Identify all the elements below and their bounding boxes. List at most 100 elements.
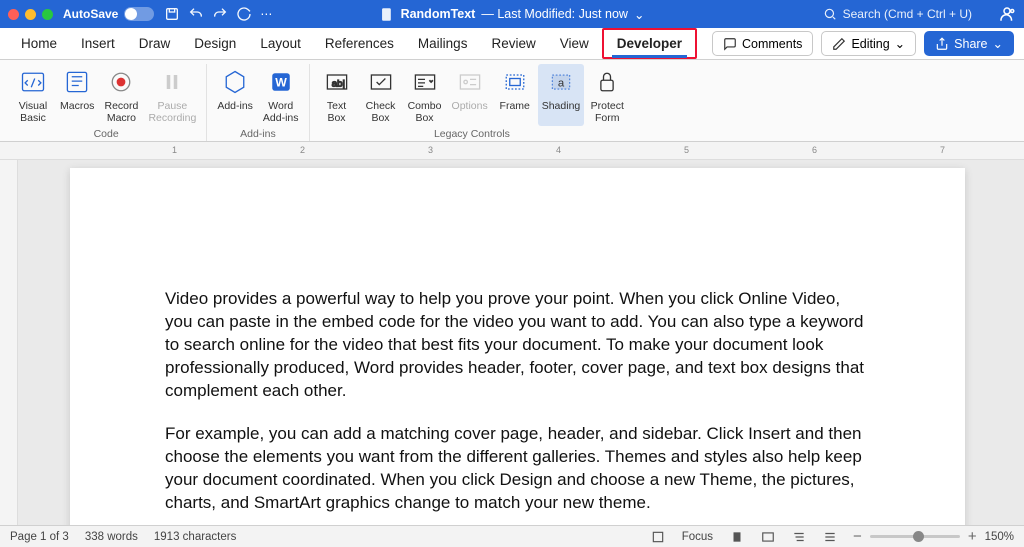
people-icon[interactable] (998, 5, 1016, 23)
editing-label: Editing (851, 37, 889, 51)
redo-icon[interactable] (212, 6, 228, 22)
outline-view[interactable] (791, 529, 806, 544)
editing-button[interactable]: Editing ⌄ (821, 31, 916, 56)
tab-developer[interactable]: Developer (606, 31, 693, 56)
tab-design[interactable]: Design (183, 31, 247, 56)
tab-review[interactable]: Review (480, 31, 546, 56)
share-label: Share (954, 37, 987, 51)
highlight-annotation: Developer (602, 28, 697, 59)
close-window[interactable] (8, 9, 19, 20)
label: Frame (500, 100, 530, 112)
undo-icon[interactable] (188, 6, 204, 22)
group-label: Code (94, 126, 119, 142)
body-paragraph[interactable]: For example, you can add a matching cove… (165, 423, 870, 515)
macros-icon (63, 68, 91, 96)
save-icon[interactable] (164, 6, 180, 22)
svg-text:W: W (275, 75, 287, 89)
word-doc-icon (380, 7, 395, 22)
share-button[interactable]: Share ⌄ (924, 31, 1014, 56)
print-layout-view[interactable] (729, 529, 744, 544)
options-button: Options (448, 64, 492, 126)
focus-icon (651, 530, 665, 544)
group-legacy-controls: ab| Text Box Check Box Combo Box Options… (310, 64, 635, 141)
sync-icon[interactable] (236, 6, 252, 22)
protect-form-button[interactable]: Protect Form (586, 64, 628, 126)
search-box[interactable]: Search (Cmd + Ctrl + U) (823, 7, 972, 21)
pause-recording-button: Pause Recording (144, 64, 200, 126)
share-icon (935, 37, 949, 51)
window-controls (8, 9, 53, 20)
pause-icon (158, 68, 186, 96)
comment-icon (723, 37, 737, 51)
label: Record Macro (105, 100, 139, 124)
web-layout-view[interactable] (760, 529, 775, 544)
tab-references[interactable]: References (314, 31, 405, 56)
macros-button[interactable]: Macros (56, 64, 98, 126)
group-label: Add-ins (240, 126, 276, 142)
label: Macros (60, 100, 94, 112)
word-icon: W (267, 68, 295, 96)
page-indicator[interactable]: Page 1 of 3 (10, 531, 69, 543)
document-title[interactable]: RandomText — Last Modified: Just now ⌄ (380, 7, 645, 22)
zoom-in-button[interactable]: + (968, 528, 977, 545)
focus-label[interactable]: Focus (682, 531, 713, 543)
vertical-ruler[interactable] (0, 160, 18, 525)
title-bar: AutoSave ⋯ RandomText — Last Modified: J… (0, 0, 1024, 28)
word-count[interactable]: 338 words (85, 531, 138, 543)
autosave-toggle[interactable]: AutoSave (63, 7, 154, 21)
pencil-icon (832, 37, 846, 51)
add-ins-button[interactable]: Add-ins (213, 64, 257, 126)
tab-layout[interactable]: Layout (249, 31, 312, 56)
label: Options (452, 100, 488, 112)
maximize-window[interactable] (42, 9, 53, 20)
status-bar: Page 1 of 3 338 words 1913 characters Fo… (0, 525, 1024, 547)
word-add-ins-button[interactable]: W Word Add-ins (259, 64, 303, 126)
record-icon (107, 68, 135, 96)
svg-text:a: a (558, 77, 565, 89)
body-paragraph[interactable]: Video provides a powerful way to help yo… (165, 288, 870, 403)
quick-access-toolbar: ⋯ (164, 6, 272, 22)
ruler-tick: 7 (940, 145, 945, 155)
comments-label: Comments (742, 37, 802, 51)
tab-view[interactable]: View (549, 31, 600, 56)
char-count[interactable]: 1913 characters (154, 531, 236, 543)
combo-box-button[interactable]: Combo Box (404, 64, 446, 126)
doc-name: RandomText (401, 7, 476, 21)
comments-button[interactable]: Comments (712, 31, 813, 56)
minimize-window[interactable] (25, 9, 36, 20)
tab-home[interactable]: Home (10, 31, 68, 56)
draft-icon (823, 530, 837, 544)
chevron-down-icon[interactable]: ⌄ (634, 7, 644, 22)
autosave-label: AutoSave (63, 7, 118, 21)
visual-basic-button[interactable]: Visual Basic (12, 64, 54, 126)
text-box-button[interactable]: ab| Text Box (316, 64, 358, 126)
zoom-slider[interactable] (870, 535, 960, 538)
zoom-out-button[interactable]: − (853, 528, 862, 545)
zoom-level[interactable]: 150% (985, 531, 1014, 543)
horizontal-ruler[interactable]: 1 2 3 4 5 6 7 (0, 142, 1024, 160)
ribbon-body: Visual Basic Macros Record Macro Pause R… (0, 60, 1024, 142)
record-macro-button[interactable]: Record Macro (100, 64, 142, 126)
more-icon[interactable]: ⋯ (260, 7, 272, 21)
document-page[interactable]: Video provides a powerful way to help yo… (70, 168, 965, 525)
label: Word Add-ins (263, 100, 299, 124)
shading-button[interactable]: a Shading (538, 64, 585, 126)
tab-mailings[interactable]: Mailings (407, 31, 479, 56)
search-placeholder: Search (Cmd + Ctrl + U) (843, 7, 972, 21)
zoom-controls: − + 150% (853, 528, 1014, 545)
ruler-tick: 1 (172, 145, 177, 155)
group-addins: Add-ins W Word Add-ins Add-ins (207, 64, 309, 141)
frame-button[interactable]: Frame (494, 64, 536, 126)
check-box-button[interactable]: Check Box (360, 64, 402, 126)
label: Shading (542, 100, 581, 112)
toggle-switch[interactable] (124, 7, 154, 21)
chevron-down-icon: ⌄ (895, 36, 905, 51)
document-canvas[interactable]: Video provides a powerful way to help yo… (0, 160, 1024, 525)
tab-draw[interactable]: Draw (128, 31, 182, 56)
frame-icon (501, 68, 529, 96)
label: Visual Basic (19, 100, 47, 124)
svg-text:ab|: ab| (331, 78, 344, 89)
tab-insert[interactable]: Insert (70, 31, 126, 56)
draft-view[interactable] (822, 529, 837, 544)
focus-button[interactable] (651, 529, 666, 544)
